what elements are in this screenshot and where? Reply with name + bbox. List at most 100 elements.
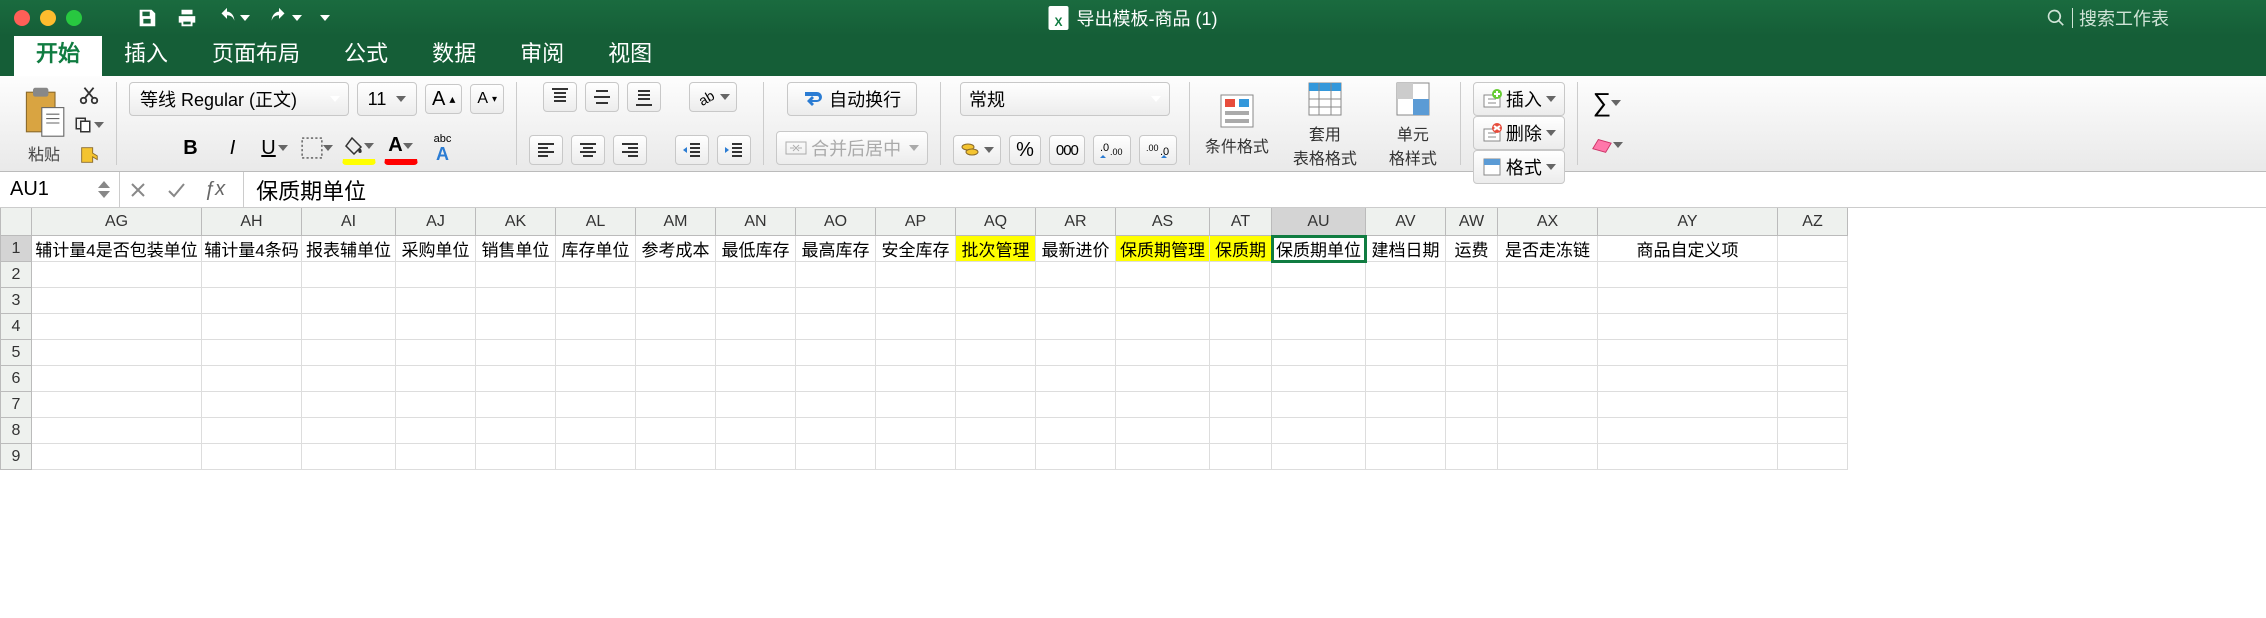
cell[interactable] — [1498, 444, 1598, 470]
font-name-select[interactable]: 等线 Regular (正文) — [129, 82, 349, 116]
autosum-button[interactable]: ∑ — [1590, 86, 1624, 120]
cell[interactable] — [1366, 366, 1446, 392]
cell[interactable] — [396, 418, 476, 444]
column-header-AP[interactable]: AP — [876, 208, 956, 236]
cell[interactable] — [1598, 262, 1778, 288]
cell[interactable] — [302, 314, 396, 340]
cell[interactable] — [202, 444, 302, 470]
cell[interactable] — [1272, 314, 1366, 340]
cell[interactable] — [1598, 366, 1778, 392]
decrease-indent-button[interactable] — [675, 135, 709, 165]
align-center-button[interactable] — [571, 135, 605, 165]
undo-button[interactable] — [216, 7, 250, 29]
cell[interactable] — [556, 288, 636, 314]
formula-input[interactable]: 保质期单位 — [243, 172, 2266, 207]
cell[interactable] — [636, 444, 716, 470]
column-header-AV[interactable]: AV — [1366, 208, 1446, 236]
cell[interactable] — [32, 340, 202, 366]
cell[interactable] — [1272, 444, 1366, 470]
cell[interactable] — [302, 366, 396, 392]
cell[interactable] — [476, 418, 556, 444]
cell[interactable]: 报表辅单位 — [302, 236, 396, 262]
cell[interactable] — [796, 340, 876, 366]
column-header-AK[interactable]: AK — [476, 208, 556, 236]
cancel-icon[interactable] — [128, 180, 148, 200]
increase-decimal-button[interactable]: .0.00 — [1093, 135, 1131, 165]
cell[interactable] — [956, 314, 1036, 340]
cell[interactable]: 批次管理 — [956, 236, 1036, 262]
cell[interactable] — [302, 418, 396, 444]
cell[interactable] — [302, 262, 396, 288]
fx-icon[interactable]: ƒx — [204, 178, 225, 201]
cell[interactable] — [876, 444, 956, 470]
cell[interactable]: 安全库存 — [876, 236, 956, 262]
currency-button[interactable] — [953, 135, 1001, 165]
phonetic-button[interactable]: abcA — [426, 131, 460, 165]
cell[interactable] — [796, 288, 876, 314]
cell[interactable] — [202, 288, 302, 314]
cell[interactable]: 最高库存 — [796, 236, 876, 262]
cell[interactable] — [1036, 418, 1116, 444]
cell-styles-button[interactable]: 单元 格样式 — [1378, 79, 1448, 169]
cell[interactable] — [1598, 314, 1778, 340]
redo-button[interactable] — [268, 7, 302, 29]
column-header-AQ[interactable]: AQ — [956, 208, 1036, 236]
cell[interactable] — [1116, 418, 1210, 444]
row-header[interactable]: 6 — [0, 366, 32, 392]
cell[interactable] — [1272, 418, 1366, 444]
column-header-AY[interactable]: AY — [1598, 208, 1778, 236]
cell[interactable] — [796, 262, 876, 288]
cell[interactable] — [1272, 288, 1366, 314]
cell[interactable] — [1116, 340, 1210, 366]
cell[interactable] — [956, 366, 1036, 392]
cell[interactable] — [1036, 392, 1116, 418]
fill-color-button[interactable] — [342, 131, 376, 165]
cell[interactable] — [476, 262, 556, 288]
conditional-format-button[interactable]: 条件格式 — [1202, 91, 1272, 157]
cell[interactable] — [1116, 444, 1210, 470]
italic-button[interactable]: I — [216, 131, 250, 165]
cell[interactable] — [1116, 288, 1210, 314]
cell[interactable] — [876, 262, 956, 288]
cell[interactable] — [476, 392, 556, 418]
cell[interactable] — [1446, 418, 1498, 444]
cell[interactable] — [1446, 366, 1498, 392]
cell[interactable] — [1498, 340, 1598, 366]
cell[interactable] — [1778, 444, 1848, 470]
cell[interactable] — [1498, 262, 1598, 288]
underline-button[interactable]: U — [258, 131, 292, 165]
cell[interactable] — [1116, 392, 1210, 418]
cell[interactable]: 保质期单位 — [1272, 236, 1366, 262]
cell[interactable] — [636, 314, 716, 340]
cell[interactable] — [1778, 314, 1848, 340]
column-header-AW[interactable]: AW — [1446, 208, 1498, 236]
cell[interactable] — [32, 366, 202, 392]
cell[interactable] — [1778, 288, 1848, 314]
cell[interactable] — [1036, 262, 1116, 288]
cell[interactable] — [1210, 418, 1272, 444]
cell[interactable] — [716, 340, 796, 366]
cell[interactable] — [1498, 314, 1598, 340]
cell[interactable] — [1272, 262, 1366, 288]
cell[interactable] — [796, 392, 876, 418]
cell[interactable] — [1272, 392, 1366, 418]
cell[interactable] — [876, 366, 956, 392]
cell[interactable] — [202, 418, 302, 444]
cell[interactable] — [1778, 392, 1848, 418]
font-color-button[interactable]: A — [384, 131, 418, 165]
cell[interactable] — [556, 262, 636, 288]
column-header-AI[interactable]: AI — [302, 208, 396, 236]
cell[interactable] — [1366, 418, 1446, 444]
format-as-table-button[interactable]: 套用 表格格式 — [1290, 79, 1360, 169]
format-painter-button[interactable] — [74, 142, 104, 168]
cell[interactable] — [556, 366, 636, 392]
cell[interactable] — [636, 418, 716, 444]
row-header[interactable]: 7 — [0, 392, 32, 418]
cell[interactable] — [876, 314, 956, 340]
cell[interactable] — [396, 366, 476, 392]
cell[interactable]: 商品自定义项 — [1598, 236, 1778, 262]
cell[interactable] — [1598, 392, 1778, 418]
cell[interactable] — [796, 366, 876, 392]
cell[interactable]: 建档日期 — [1366, 236, 1446, 262]
cell[interactable] — [1210, 262, 1272, 288]
